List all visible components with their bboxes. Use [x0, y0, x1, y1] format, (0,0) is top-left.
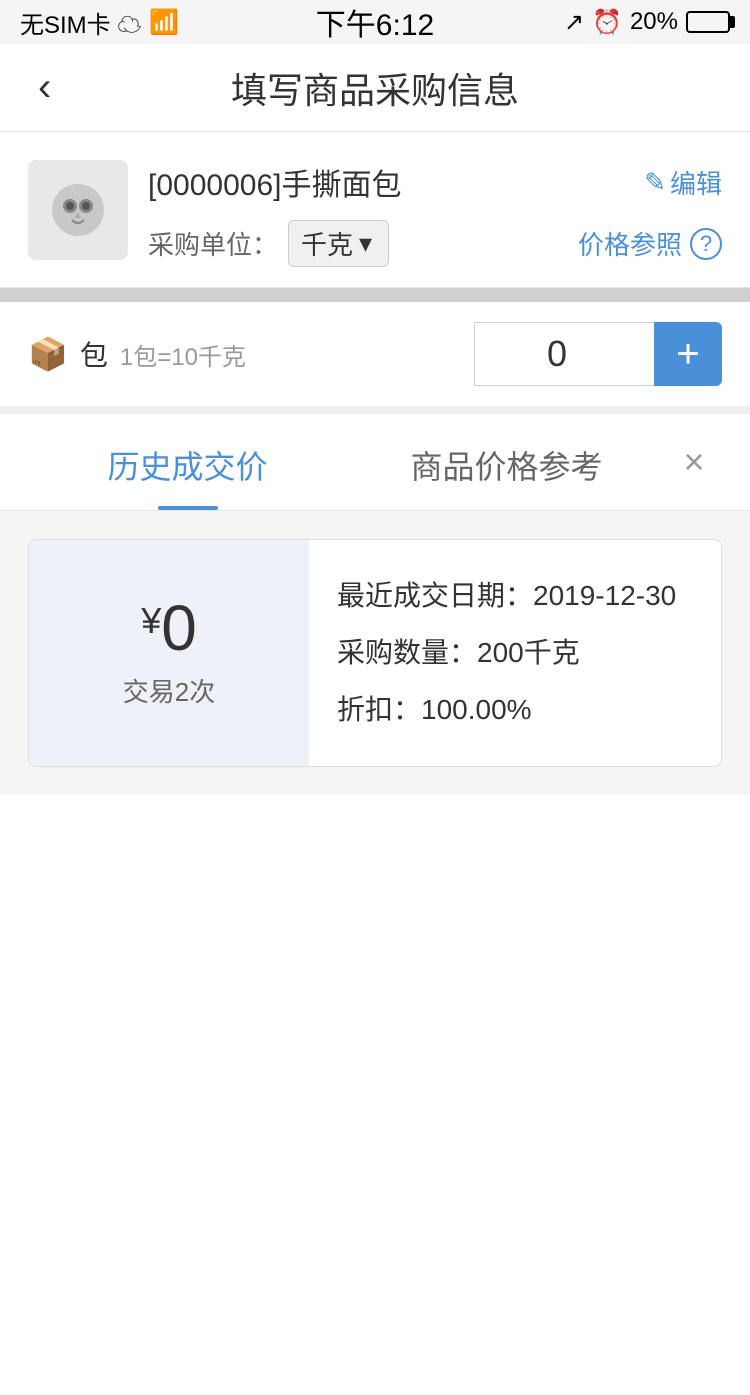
- status-left: 无SIM卡 ☁ 📶: [20, 5, 179, 40]
- price-value: 0: [161, 592, 197, 664]
- wifi-icon: 📶: [149, 8, 179, 37]
- edit-icon: ✎: [644, 167, 666, 198]
- nav-bar: ‹ 填写商品采购信息: [0, 44, 750, 132]
- quantity-input-group: +: [474, 322, 722, 386]
- alarm-icon: ⏰: [592, 8, 622, 37]
- battery-icon: [686, 11, 730, 33]
- carrier-text: 无SIM卡 ☁: [20, 5, 141, 40]
- plus-icon: +: [676, 332, 699, 377]
- close-icon: ×: [683, 441, 704, 483]
- date-row: 最近成交日期：2019-12-30: [337, 576, 693, 615]
- card-details-section: 最近成交日期：2019-12-30 采购数量：200千克 折扣：100.00%: [309, 540, 721, 766]
- unit-label: 采购单位： 千克 ▾: [148, 220, 389, 267]
- discount-row: 折扣：100.00%: [337, 690, 693, 729]
- history-card: ¥0 交易2次 最近成交日期：2019-12-30 采购数量：200千克 折扣：…: [28, 539, 722, 767]
- pkg-name: 包: [80, 334, 108, 374]
- battery-percent: 20%: [630, 8, 678, 36]
- discount-value: 100.00%: [421, 694, 532, 725]
- qty-row: 采购数量：200千克: [337, 633, 693, 672]
- pkg-ratio: 1包=10千克: [120, 337, 246, 372]
- product-section: [0000006]手撕面包 ✎ 编辑 采购单位： 千克 ▾ 价格参照 ?: [0, 132, 750, 288]
- quantity-plus-button[interactable]: +: [654, 322, 722, 386]
- qty-value: 200千克: [477, 637, 580, 668]
- product-logo-svg: [48, 180, 108, 240]
- status-right: ↗ ⏰ 20%: [564, 8, 730, 37]
- tab-history-label: 历史成交价: [107, 449, 267, 485]
- status-bar: 无SIM卡 ☁ 📶 下午6:12 ↗ ⏰ 20%: [0, 0, 750, 44]
- pkg-divider: [0, 288, 750, 302]
- qty-label: 采购数量：: [337, 637, 477, 668]
- chevron-down-icon: ▾: [359, 228, 372, 259]
- pkg-label: 📦 包 1包=10千克: [28, 334, 246, 374]
- tab-price-ref[interactable]: 商品价格参考: [347, 414, 666, 510]
- quantity-section: 📦 包 1包=10千克 +: [0, 302, 750, 414]
- date-label: 最近成交日期：: [337, 580, 533, 611]
- page-title: 填写商品采购信息: [231, 62, 519, 114]
- question-icon: ?: [690, 228, 722, 260]
- location-icon: ↗: [564, 8, 584, 37]
- tab-row: 历史成交价 商品价格参考 ×: [0, 414, 750, 510]
- tab-section: 历史成交价 商品价格参考 ×: [0, 414, 750, 511]
- discount-label: 折扣：: [337, 694, 421, 725]
- edit-button[interactable]: ✎ 编辑: [644, 164, 722, 201]
- unit-select[interactable]: 千克 ▾: [288, 220, 389, 267]
- product-header: [0000006]手撕面包 ✎ 编辑: [148, 160, 722, 204]
- back-button[interactable]: ‹: [28, 55, 61, 120]
- price-ref-button[interactable]: 价格参照 ?: [578, 225, 722, 262]
- product-unit-row: 采购单位： 千克 ▾ 价格参照 ?: [148, 220, 722, 267]
- tab-price-ref-label: 商品价格参考: [410, 449, 602, 485]
- trade-count: 交易2次: [123, 672, 215, 709]
- tab-history-price[interactable]: 历史成交价: [28, 414, 347, 510]
- price-display: ¥0: [141, 596, 197, 660]
- product-info: [0000006]手撕面包 ✎ 编辑 采购单位： 千克 ▾ 价格参照 ?: [148, 160, 722, 267]
- status-time: 下午6:12: [316, 0, 434, 44]
- product-name: [0000006]手撕面包: [148, 160, 401, 204]
- history-content: ¥0 交易2次 最近成交日期：2019-12-30 采购数量：200千克 折扣：…: [0, 511, 750, 795]
- product-logo: [28, 160, 128, 260]
- page-rest: [0, 795, 750, 1395]
- unit-value: 千克: [301, 225, 353, 262]
- unit-label-text: 采购单位：: [148, 225, 278, 262]
- quantity-input[interactable]: [474, 322, 654, 386]
- card-price-section: ¥0 交易2次: [29, 540, 309, 766]
- pkg-icon: 📦: [28, 335, 68, 373]
- price-symbol: ¥: [141, 600, 161, 641]
- tab-close-button[interactable]: ×: [666, 434, 722, 490]
- back-icon: ‹: [38, 65, 51, 110]
- edit-label: 编辑: [670, 164, 722, 201]
- date-value: 2019-12-30: [533, 580, 676, 611]
- price-ref-label: 价格参照: [578, 225, 682, 262]
